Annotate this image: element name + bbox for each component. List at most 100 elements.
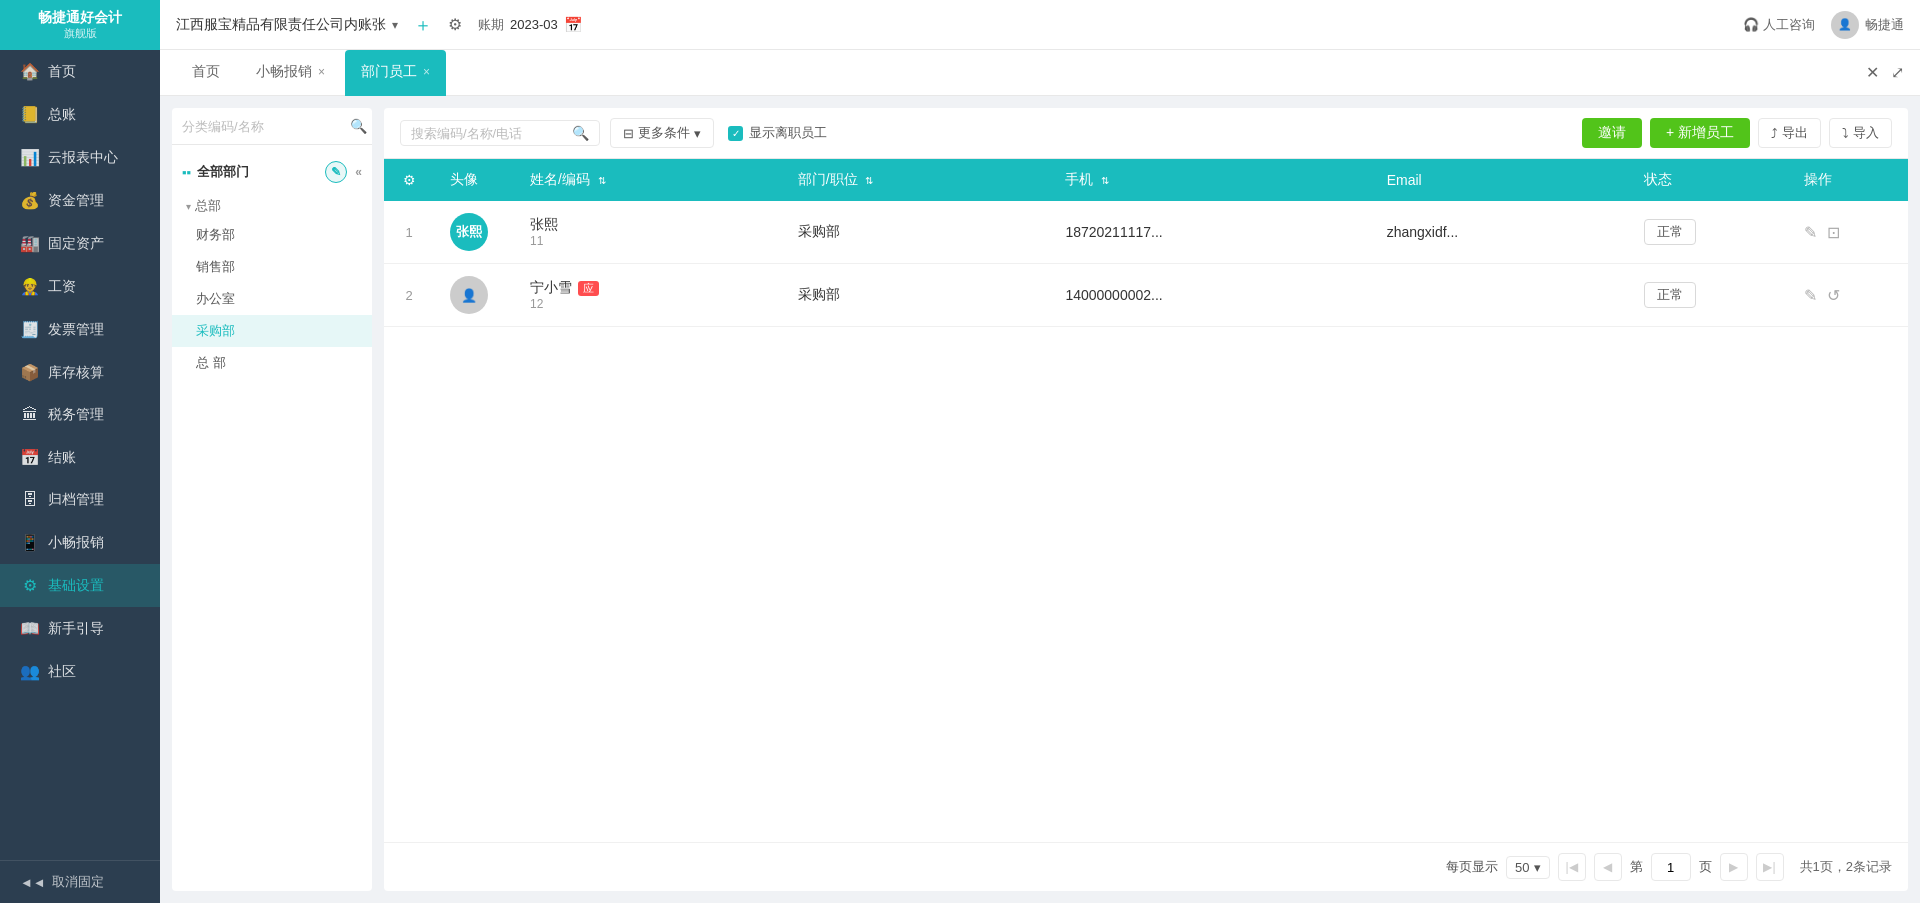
sidebar-item-tax[interactable]: 🏛 税务管理 [0,394,160,436]
tab-bar: 首页 小畅报销 × 部门员工 × ✕ ⤢ [160,50,1920,96]
sidebar-item-salary[interactable]: 👷 工资 [0,265,160,308]
filter-chevron-icon: ▾ [694,126,701,141]
edit-icon[interactable]: ✎ [1804,286,1817,305]
headset-icon: 🎧 [1743,17,1759,32]
service-label: 人工咨询 [1763,16,1815,34]
sidebar-item-home[interactable]: 🏠 首页 [0,50,160,93]
dept-item-hq[interactable]: 总 部 [172,347,372,379]
sidebar-item-guide[interactable]: 📖 新手引导 [0,607,160,650]
invite-button[interactable]: 邀请 [1582,118,1642,148]
employee-search-icon[interactable]: 🔍 [572,125,589,141]
tab-label: 部门员工 [361,63,417,81]
status-badge: 正常 [1644,219,1696,245]
employee-search-box: 🔍 [400,120,600,146]
tab-home[interactable]: 首页 [176,50,236,96]
dept-search-input[interactable] [182,119,350,134]
tax-icon: 🏛 [20,406,40,424]
delete-icon[interactable]: ↺ [1827,286,1840,305]
tab-close-icon[interactable]: × [318,65,325,79]
settings-nav-icon: ⚙ [20,576,40,595]
sidebar-item-close[interactable]: 📅 结账 [0,436,160,479]
sidebar-item-label: 社区 [48,663,76,681]
add-employee-button[interactable]: + 新增员工 [1650,118,1750,148]
tab-dept-employee[interactable]: 部门员工 × [345,50,446,96]
tab-close-icon[interactable]: × [423,65,430,79]
row-num: 2 [384,264,434,327]
row-code: 12 [530,297,766,311]
sidebar-bottom-label: 取消固定 [52,873,104,891]
reports-icon: 📊 [20,148,40,167]
sidebar-item-ledger[interactable]: 📒 总账 [0,93,160,136]
col-phone[interactable]: 手机 ⇅ [1049,159,1370,201]
import-label: 导入 [1853,124,1879,142]
logout-icon[interactable]: ⊡ [1827,223,1840,242]
prev-page-button[interactable]: ◀ [1594,853,1622,881]
sidebar-item-expense[interactable]: 📱 小畅报销 [0,521,160,564]
dept-item-sales[interactable]: 销售部 [172,251,372,283]
user-name: 畅捷通 [1865,16,1904,34]
dept-item-finance[interactable]: 财务部 [172,219,372,251]
row-phone: 14000000002... [1049,264,1370,327]
show-resigned-toggle[interactable]: ✓ 显示离职员工 [728,124,827,142]
dept-group-parent[interactable]: ▾ 总部 [172,191,372,219]
row-num: 1 [384,201,434,264]
row-name: 张熙 [530,216,558,234]
row-dept: 采购部 [782,201,1050,264]
sidebar-item-label: 基础设置 [48,577,104,595]
invoice-icon: 🧾 [20,320,40,339]
dept-collapse-icon[interactable]: « [355,165,362,179]
close-window-icon[interactable]: ✕ [1866,63,1879,82]
first-page-button[interactable]: |◀ [1558,853,1586,881]
sidebar-item-label: 税务管理 [48,406,104,424]
edit-icon[interactable]: ✎ [1804,223,1817,242]
col-email: Email [1371,159,1628,201]
settings-icon[interactable]: ⚙ [448,15,462,34]
col-settings[interactable]: ⚙ [384,159,434,201]
dept-all-header[interactable]: ▪▪ 全部部门 ✎ « [172,153,372,191]
page-number-input[interactable] [1651,853,1691,881]
sidebar-pin-button[interactable]: ◄◄ 取消固定 [0,860,160,903]
sidebar-item-funds[interactable]: 💰 资金管理 [0,179,160,222]
company-name: 江西服宝精品有限责任公司内账张 [176,16,386,34]
sidebar-item-community[interactable]: 👥 社区 [0,650,160,693]
show-resigned-checkbox[interactable]: ✓ [728,126,743,141]
col-dept[interactable]: 部门/职位 ⇅ [782,159,1050,201]
row-email [1371,264,1628,327]
dept-edit-icon[interactable]: ✎ [325,161,347,183]
dept-search-box: 🔍 [172,108,372,145]
company-dropdown-icon[interactable]: ▾ [392,18,398,32]
expand-window-icon[interactable]: ⤢ [1891,63,1904,82]
period-label: 账期 [478,16,504,34]
sidebar-item-invoice[interactable]: 🧾 发票管理 [0,308,160,351]
sidebar-scroll: 🏠 首页 📒 总账 📊 云报表中心 💰 资金管理 🏭 固定资产 👷 工资 [0,50,160,860]
dept-tree: ▪▪ 全部部门 ✎ « ▾ 总部 财务部 [172,145,372,891]
employee-search-input[interactable] [411,126,566,141]
tab-expense[interactable]: 小畅报销 × [240,50,341,96]
sidebar-item-label: 总账 [48,106,76,124]
table-row: 2👤宁小雪应12采购部14000000002...正常✎↺ [384,264,1908,327]
last-page-button[interactable]: ▶| [1756,853,1784,881]
col-avatar: 头像 [434,159,514,201]
add-tab-icon[interactable]: ＋ [414,13,432,37]
pin-icon: ◄◄ [20,875,46,890]
sidebar-item-inventory[interactable]: 📦 库存核算 [0,351,160,394]
import-button[interactable]: ⤵ 导入 [1829,118,1892,148]
calendar-icon[interactable]: 📅 [564,16,583,34]
dept-item-purchase[interactable]: 采购部 [172,315,372,347]
dept-item-office[interactable]: 办公室 [172,283,372,315]
sidebar-item-settings[interactable]: ⚙ 基础设置 [0,564,160,607]
sidebar-item-archive[interactable]: 🗄 归档管理 [0,479,160,521]
sidebar-item-reports[interactable]: 📊 云报表中心 [0,136,160,179]
toolbar: 🔍 ⊟ 更多条件 ▾ ✓ 显示离职员工 邀请 + 新增员工 [384,108,1908,159]
col-actions: 操作 [1788,159,1908,201]
col-name[interactable]: 姓名/编码 ⇅ [514,159,782,201]
export-button[interactable]: ⤴ 导出 [1758,118,1821,148]
per-page-select[interactable]: 50 ▾ [1506,856,1549,879]
next-page-button[interactable]: ▶ [1720,853,1748,881]
dept-search-icon[interactable]: 🔍 [350,118,367,134]
user-area[interactable]: 👤 畅捷通 [1831,11,1904,39]
filter-button[interactable]: ⊟ 更多条件 ▾ [610,118,714,148]
service-button[interactable]: 🎧 人工咨询 [1743,16,1815,34]
row-email: zhangxidf... [1371,201,1628,264]
sidebar-item-assets[interactable]: 🏭 固定资产 [0,222,160,265]
